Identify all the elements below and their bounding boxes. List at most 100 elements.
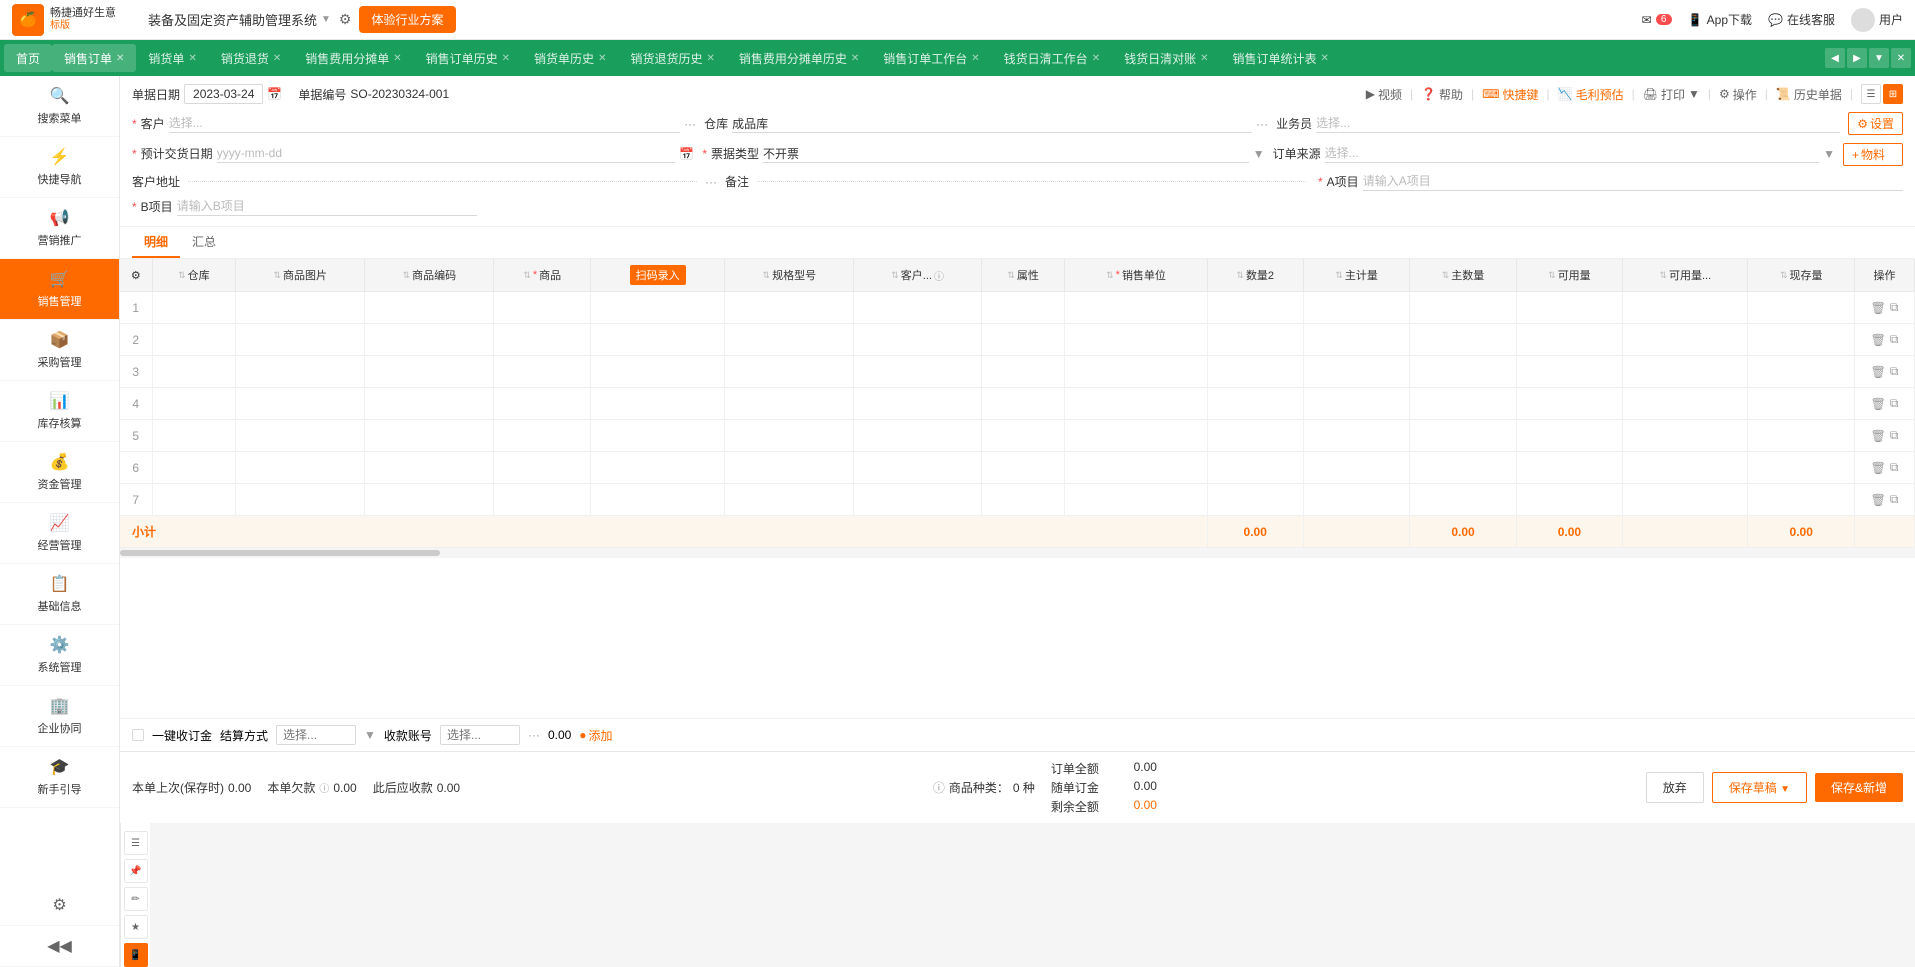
quick-deposit-checkbox[interactable] xyxy=(132,729,144,741)
cell-code[interactable] xyxy=(365,420,494,452)
salesperson-input[interactable] xyxy=(1316,114,1840,133)
cell-main-qty[interactable] xyxy=(1410,484,1516,516)
cell-unit[interactable] xyxy=(1065,324,1207,356)
right-panel-edit-btn[interactable]: ✏ xyxy=(124,887,148,911)
shortcut-btn[interactable]: ⌨ 快捷键 xyxy=(1482,86,1538,103)
sidebar-item-enterprise[interactable]: 🏢 企业协同 xyxy=(0,686,119,747)
tab-daily-reconcile[interactable]: 钱货日清对账 ✕ xyxy=(1112,44,1220,72)
sidebar-item-purchase[interactable]: 📦 采购管理 xyxy=(0,320,119,381)
cell-spec[interactable] xyxy=(725,324,854,356)
grid-view-btn[interactable]: ⊞ xyxy=(1883,84,1903,104)
order-source-dropdown-icon[interactable]: ▼ xyxy=(1823,147,1835,161)
cell-custom[interactable] xyxy=(854,452,981,484)
cell-warehouse[interactable] xyxy=(152,292,236,324)
sidebar-item-marketing[interactable]: 📢 营销推广 xyxy=(0,198,119,259)
sidebar-item-sales[interactable]: 🛒 销售管理 xyxy=(0,259,119,320)
sort-icon[interactable]: ⇅ xyxy=(273,270,281,281)
payment-dropdown-icon[interactable]: ▼ xyxy=(364,728,376,742)
cell-spec[interactable] xyxy=(725,484,854,516)
sidebar-bottom-settings[interactable]: ⚙ xyxy=(0,885,119,926)
delivery-input[interactable] xyxy=(217,144,676,163)
cell-available[interactable] xyxy=(1516,292,1622,324)
operation-btn[interactable]: ⚙ 操作 xyxy=(1719,86,1757,103)
close-icon[interactable]: ✕ xyxy=(116,53,124,64)
history-btn[interactable]: 📜 历史单据 xyxy=(1776,86,1842,103)
cell-product[interactable] xyxy=(494,324,591,356)
cell-qty2[interactable] xyxy=(1207,388,1303,420)
tab-home[interactable]: 首页 xyxy=(4,44,52,72)
save-draft-btn[interactable]: 保存草稿 ▼ xyxy=(1712,772,1807,803)
sidebar-item-system[interactable]: ⚙️ 系统管理 xyxy=(0,625,119,686)
address-more-btn[interactable]: ··· xyxy=(705,175,717,189)
cell-available[interactable] xyxy=(1516,388,1622,420)
cell-main-qty[interactable] xyxy=(1410,420,1516,452)
cell-image[interactable] xyxy=(236,356,365,388)
cell-qty2[interactable] xyxy=(1207,420,1303,452)
draft-dropdown-icon[interactable]: ▼ xyxy=(1780,784,1790,795)
close-icon[interactable]: ✕ xyxy=(851,53,859,64)
close-icon[interactable]: ✕ xyxy=(1200,53,1208,64)
tab-sales-order[interactable]: 销售订单 ✕ xyxy=(52,44,136,72)
cell-spec[interactable] xyxy=(725,452,854,484)
right-panel-star-btn[interactable]: ★ xyxy=(124,915,148,939)
cell-barcode[interactable] xyxy=(591,292,725,324)
close-icon[interactable]: ✕ xyxy=(393,53,401,64)
order-source-input[interactable] xyxy=(1325,144,1819,163)
cell-attr[interactable] xyxy=(981,420,1065,452)
cell-available2[interactable] xyxy=(1623,356,1748,388)
delete-icon[interactable]: 🗑 xyxy=(1871,333,1886,347)
sort-icon[interactable]: ⇅ xyxy=(1007,270,1015,281)
tab-detail[interactable]: 明细 xyxy=(132,227,180,258)
cell-custom[interactable] xyxy=(854,292,981,324)
copy-icon[interactable]: ⧉ xyxy=(1890,396,1899,411)
cell-attr[interactable] xyxy=(981,452,1065,484)
cell-barcode[interactable] xyxy=(591,452,725,484)
cell-stock[interactable] xyxy=(1748,324,1855,356)
print-btn[interactable]: 🖨 打印 ▼ xyxy=(1643,86,1700,103)
cell-barcode[interactable] xyxy=(591,356,725,388)
cell-attr[interactable] xyxy=(981,324,1065,356)
cell-stock[interactable] xyxy=(1748,484,1855,516)
delete-icon[interactable]: 🗑 xyxy=(1871,429,1886,443)
sort-icon[interactable]: ⇅ xyxy=(1780,270,1788,281)
cell-product[interactable] xyxy=(494,484,591,516)
b-project-input[interactable] xyxy=(177,197,477,216)
close-icon[interactable]: ✕ xyxy=(188,53,196,64)
cell-image[interactable] xyxy=(236,388,365,420)
copy-icon[interactable]: ⧉ xyxy=(1890,300,1899,315)
app-download-btn[interactable]: 📱 App下载 xyxy=(1688,11,1752,28)
cell-product[interactable] xyxy=(494,292,591,324)
cell-image[interactable] xyxy=(236,324,365,356)
cell-spec[interactable] xyxy=(725,292,854,324)
cell-product[interactable] xyxy=(494,356,591,388)
cell-warehouse[interactable] xyxy=(152,484,236,516)
cell-image[interactable] xyxy=(236,452,365,484)
cell-code[interactable] xyxy=(365,452,494,484)
cell-spec[interactable] xyxy=(725,388,854,420)
cell-warehouse[interactable] xyxy=(152,356,236,388)
cell-main-unit[interactable] xyxy=(1303,420,1409,452)
cell-unit[interactable] xyxy=(1065,292,1207,324)
cell-attr[interactable] xyxy=(981,388,1065,420)
cell-unit[interactable] xyxy=(1065,420,1207,452)
cell-available2[interactable] xyxy=(1623,452,1748,484)
calendar-icon[interactable]: 📅 xyxy=(267,87,282,101)
account-input[interactable] xyxy=(440,725,520,745)
sidebar-item-finance[interactable]: 💰 资金管理 xyxy=(0,442,119,503)
cell-product[interactable] xyxy=(494,388,591,420)
cell-custom[interactable] xyxy=(854,324,981,356)
th-settings[interactable]: ⚙ xyxy=(120,259,152,292)
cell-available[interactable] xyxy=(1516,356,1622,388)
profit-btn[interactable]: 📉 毛利预估 xyxy=(1558,86,1624,103)
sort-icon[interactable]: ⇅ xyxy=(1548,270,1556,281)
invoice-dropdown-icon[interactable]: ▼ xyxy=(1253,147,1265,161)
cell-unit[interactable] xyxy=(1065,452,1207,484)
view-btn[interactable]: ▶ 视频 xyxy=(1366,86,1402,103)
cell-main-unit[interactable] xyxy=(1303,484,1409,516)
cell-code[interactable] xyxy=(365,292,494,324)
cell-unit[interactable] xyxy=(1065,484,1207,516)
cell-stock[interactable] xyxy=(1748,388,1855,420)
cell-spec[interactable] xyxy=(725,420,854,452)
cell-available[interactable] xyxy=(1516,484,1622,516)
info-icon[interactable]: ⓘ xyxy=(934,268,944,283)
